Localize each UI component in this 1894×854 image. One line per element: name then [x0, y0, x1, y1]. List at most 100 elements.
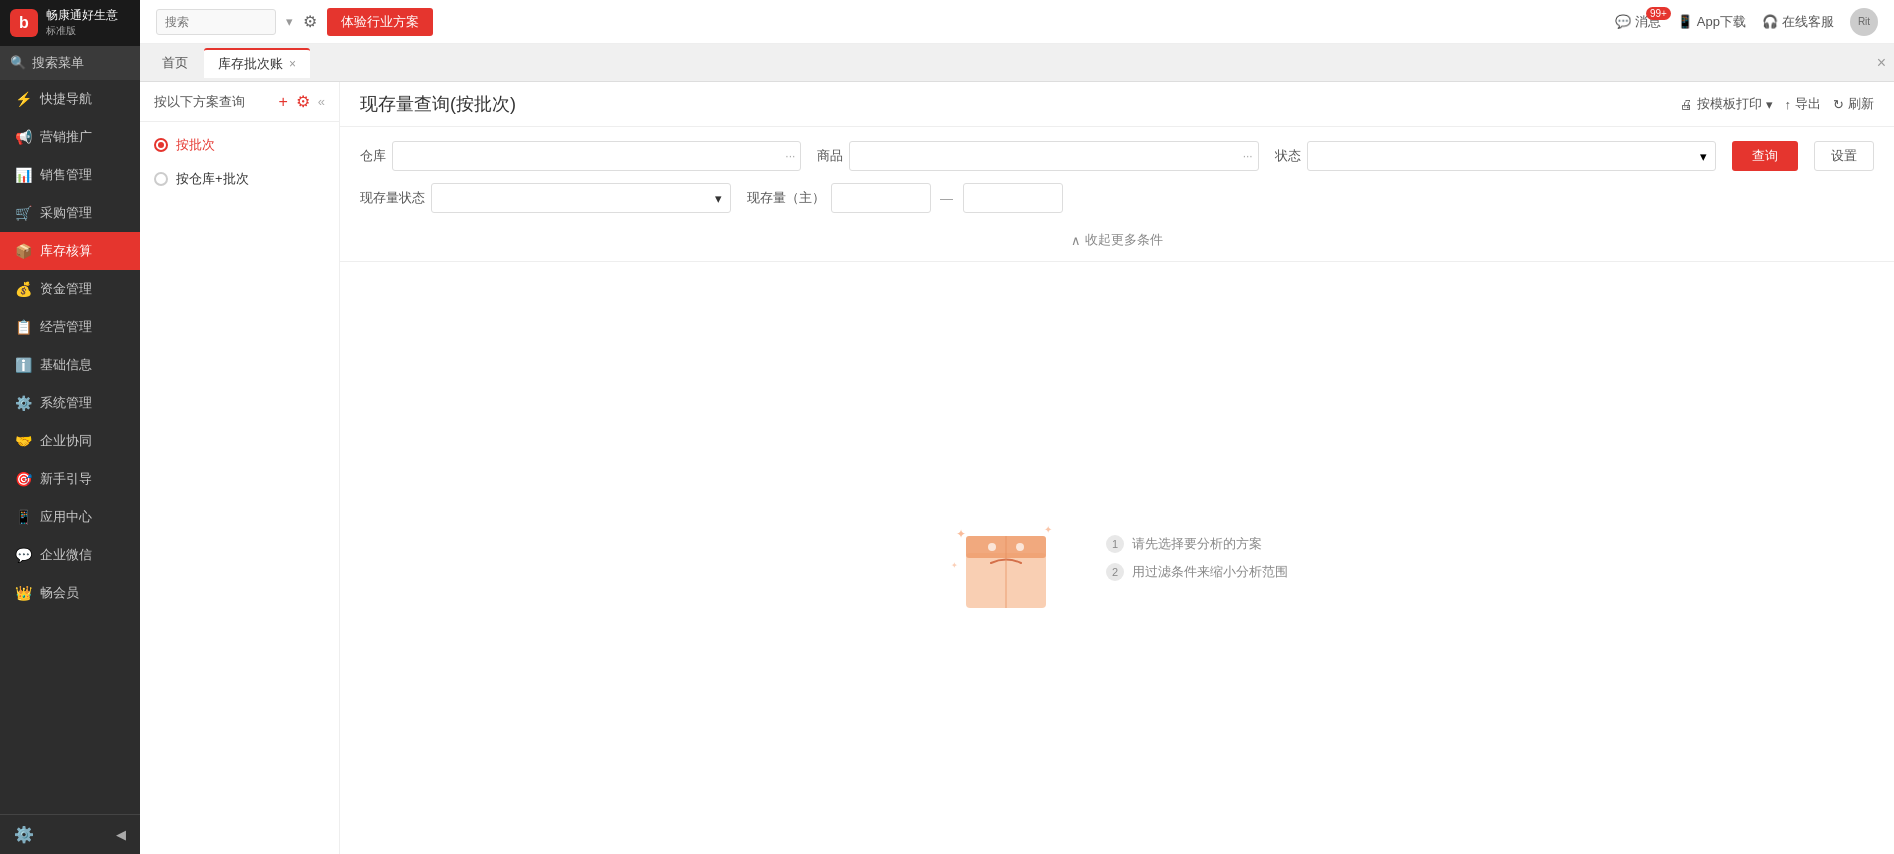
sidebar-item-label: 库存核算: [40, 242, 92, 260]
refresh-icon: ↻: [1833, 97, 1844, 112]
tabbar: 首页 库存批次账 × ×: [140, 44, 1894, 82]
topbar-search-input[interactable]: [156, 9, 276, 35]
sidebar-item-label: 快捷导航: [40, 90, 92, 108]
sidebar-item-basic-info[interactable]: ℹ️ 基础信息: [0, 346, 140, 384]
topbar-settings-icon[interactable]: ⚙: [303, 12, 317, 31]
app-version: 标准版: [46, 24, 118, 38]
plan-item-by-batch[interactable]: 按批次: [140, 128, 339, 162]
plan-item-by-warehouse-batch[interactable]: 按仓库+批次: [140, 162, 339, 196]
settings-icon[interactable]: ⚙️: [14, 825, 34, 844]
filter-settings-btn[interactable]: 设置: [1814, 141, 1874, 171]
sidebar-search[interactable]: 🔍 搜索菜单: [0, 46, 140, 80]
sidebar-item-sales[interactable]: 📊 销售管理: [0, 156, 140, 194]
stock-qty-from-input[interactable]: [831, 183, 931, 213]
sidebar-item-label: 企业协同: [40, 432, 92, 450]
plan-radio: [154, 138, 168, 152]
print-icon: 🖨: [1680, 97, 1693, 112]
query-btn[interactable]: 查询: [1732, 141, 1798, 171]
product-dots[interactable]: ···: [1243, 149, 1253, 163]
app-download-label: App下载: [1697, 13, 1746, 31]
sidebar-item-vip[interactable]: 👑 畅会员: [0, 574, 140, 612]
sidebar-item-label: 应用中心: [40, 508, 92, 526]
stock-qty-to-input[interactable]: [963, 183, 1063, 213]
enterprise-icon: 🤝: [14, 432, 32, 450]
page-header-actions: 🖨 按模板打印 ▾ ↑ 导出 ↻ 刷新: [1680, 95, 1875, 113]
tip-text-2: 用过滤条件来缩小分析范围: [1132, 563, 1288, 581]
empty-tips: 1 请先选择要分析的方案 2 用过滤条件来缩小分析范围: [1106, 535, 1288, 581]
sidebar-footer: ⚙️ ◀: [0, 814, 140, 854]
sidebar-item-newbie[interactable]: 🎯 新手引导: [0, 460, 140, 498]
app-name: 畅康通好生意: [46, 8, 118, 24]
filter-status: 状态 ▾: [1275, 141, 1716, 171]
basic-info-icon: ℹ️: [14, 356, 32, 374]
status-select[interactable]: ▾: [1307, 141, 1716, 171]
topbar-dropdown-icon[interactable]: ▾: [286, 14, 293, 29]
empty-tip-2: 2 用过滤条件来缩小分析范围: [1106, 563, 1288, 581]
purchase-icon: 🛒: [14, 204, 32, 222]
status-dropdown-icon: ▾: [1700, 149, 1707, 164]
tab-home[interactable]: 首页: [148, 48, 202, 78]
product-input[interactable]: [849, 141, 1258, 171]
sidebar-item-wechat[interactable]: 💬 企业微信: [0, 536, 140, 574]
sidebar-item-inventory[interactable]: 📦 库存核算: [0, 232, 140, 270]
tab-close-icon[interactable]: ×: [289, 57, 296, 71]
sidebar-item-operation[interactable]: 📋 经营管理: [0, 308, 140, 346]
filter-row-1: 仓库 ··· 商品 ··· 状态: [360, 141, 1874, 171]
sidebar: b 畅康通好生意 标准版 🔍 搜索菜单 ⚡ 快捷导航 📢 营销推广 📊 销售管理…: [0, 0, 140, 854]
tip-num-1: 1: [1106, 535, 1124, 553]
sidebar-item-purchase[interactable]: 🛒 采购管理: [0, 194, 140, 232]
tab-home-label: 首页: [162, 54, 188, 72]
collapse-sidebar-icon[interactable]: ◀: [116, 827, 126, 842]
sidebar-item-label: 企业微信: [40, 546, 92, 564]
tip-text-1: 请先选择要分析的方案: [1132, 535, 1262, 553]
sidebar-item-app-center[interactable]: 📱 应用中心: [0, 498, 140, 536]
empty-tip-1: 1 请先选择要分析的方案: [1106, 535, 1288, 553]
collapse-filter-btn[interactable]: ∧ 收起更多条件: [360, 225, 1874, 251]
messages-btn[interactable]: 💬 消息 99+: [1615, 13, 1661, 31]
print-dropdown-icon[interactable]: ▾: [1766, 97, 1773, 112]
sidebar-item-label: 营销推广: [40, 128, 92, 146]
left-panel-header: 按以下方案查询 + ⚙ «: [140, 82, 339, 122]
search-icon: 🔍: [10, 55, 26, 70]
warehouse-dots[interactable]: ···: [785, 149, 795, 163]
export-btn[interactable]: ↑ 导出: [1785, 95, 1822, 113]
finance-icon: 💰: [14, 280, 32, 298]
app-download-btn[interactable]: 📱 App下载: [1677, 13, 1746, 31]
sidebar-item-label: 销售管理: [40, 166, 92, 184]
add-plan-btn[interactable]: +: [278, 93, 287, 111]
sidebar-item-system[interactable]: ⚙️ 系统管理: [0, 384, 140, 422]
wechat-icon: 💬: [14, 546, 32, 564]
stock-status-select[interactable]: ▾: [431, 183, 731, 213]
page-header: 现存量查询(按批次) 🖨 按模板打印 ▾ ↑ 导出 ↻ 刷新: [340, 82, 1894, 127]
online-service-label: 在线客服: [1782, 13, 1834, 31]
warehouse-input[interactable]: [392, 141, 801, 171]
user-menu[interactable]: Rit: [1850, 8, 1878, 36]
sidebar-item-marketing[interactable]: 📢 营销推广: [0, 118, 140, 156]
refresh-btn[interactable]: ↻ 刷新: [1833, 95, 1874, 113]
sidebar-item-quick-nav[interactable]: ⚡ 快捷导航: [0, 80, 140, 118]
sidebar-item-label: 系统管理: [40, 394, 92, 412]
sidebar-search-label: 搜索菜单: [32, 54, 84, 72]
sidebar-item-enterprise[interactable]: 🤝 企业协同: [0, 422, 140, 460]
plan-settings-icon[interactable]: ⚙: [296, 92, 310, 111]
close-panel-btn[interactable]: ×: [1877, 54, 1886, 72]
sidebar-item-label: 新手引导: [40, 470, 92, 488]
inventory-icon: 📦: [14, 242, 32, 260]
print-btn[interactable]: 🖨 按模板打印 ▾: [1680, 95, 1773, 113]
filter-area: 仓库 ··· 商品 ··· 状态: [340, 127, 1894, 262]
plan-label: 按仓库+批次: [176, 170, 249, 188]
experience-btn[interactable]: 体验行业方案: [327, 8, 433, 36]
sidebar-item-label: 经营管理: [40, 318, 92, 336]
sidebar-item-finance[interactable]: 💰 资金管理: [0, 270, 140, 308]
status-label: 状态: [1275, 147, 1301, 165]
tab-inventory-batch[interactable]: 库存批次账 ×: [204, 48, 310, 78]
app-center-icon: 📱: [14, 508, 32, 526]
sidebar-nav: ⚡ 快捷导航 📢 营销推广 📊 销售管理 🛒 采购管理 📦 库存核算 💰 资金管…: [0, 80, 140, 814]
filter-stock-status: 现存量状态 ▾: [360, 183, 731, 213]
tip-num-2: 2: [1106, 563, 1124, 581]
collapse-panel-btn[interactable]: «: [318, 94, 325, 109]
plan-label: 按批次: [176, 136, 215, 154]
plan-radio: [154, 172, 168, 186]
product-input-wrap: ···: [849, 141, 1258, 171]
online-service-btn[interactable]: 🎧 在线客服: [1762, 13, 1834, 31]
